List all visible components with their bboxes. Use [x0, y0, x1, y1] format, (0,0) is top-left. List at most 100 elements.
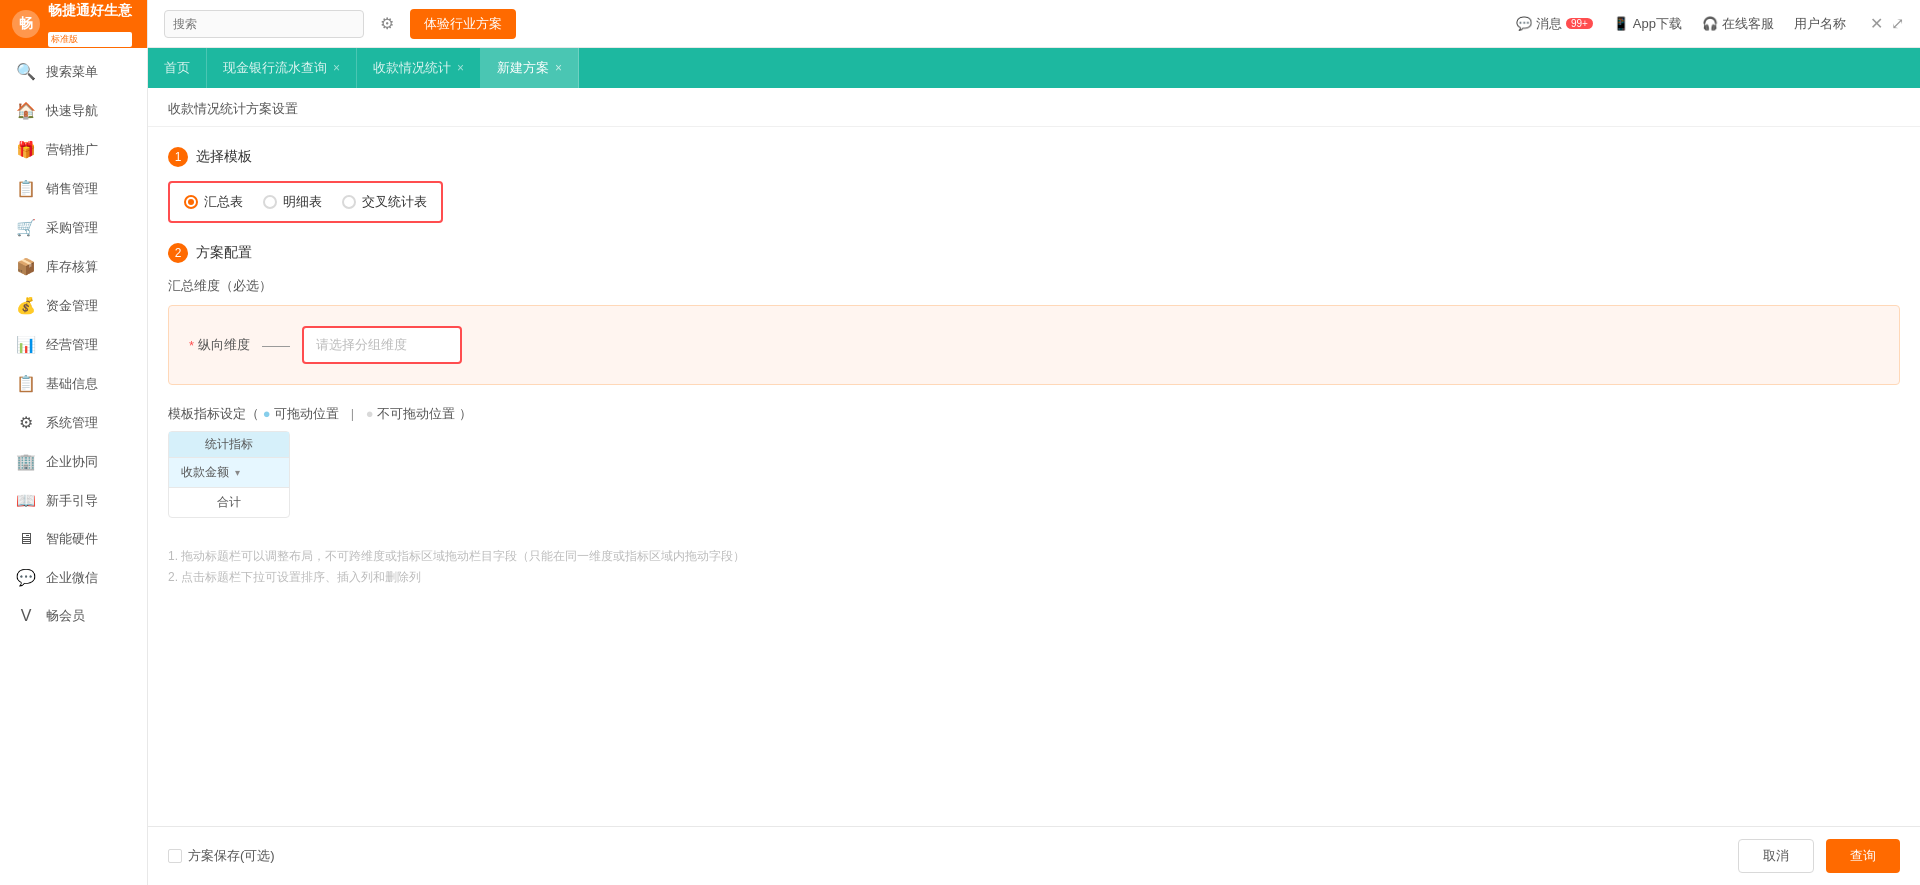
dimension-box: * 纵向维度 —— 请选择分组维度 [168, 305, 1900, 385]
legend-fixed-label: 不可拖动位置 [377, 406, 455, 421]
step1-badge: 1 [168, 147, 188, 167]
sidebar-item-wechat[interactable]: 💬 企业微信 [0, 558, 147, 597]
app-download-label: App下载 [1633, 15, 1682, 33]
home-icon: 🏠 [16, 101, 36, 120]
metrics-label: 模板指标设定（ ● 可拖动位置 | ● 不可拖动位置 ） [168, 405, 1900, 423]
step1-label: 选择模板 [196, 148, 252, 166]
tab-collection-stats[interactable]: 收款情况统计 × [357, 48, 481, 88]
sidebar-item-guide[interactable]: 📖 新手引导 [0, 481, 147, 520]
sidebar-item-label: 资金管理 [46, 297, 98, 315]
sidebar-item-finance[interactable]: 💰 资金管理 [0, 286, 147, 325]
tab-bank-flow-label: 现金银行流水查询 [223, 59, 327, 77]
sidebar-item-system[interactable]: ⚙ 系统管理 [0, 403, 147, 442]
tab-collection-stats-label: 收款情况统计 [373, 59, 451, 77]
metrics-dropdown-icon[interactable]: ▾ [235, 467, 240, 478]
metrics-total-cell: 合计 [169, 488, 289, 517]
search-input[interactable] [164, 10, 364, 38]
query-button[interactable]: 查询 [1826, 839, 1900, 873]
step2-label: 方案配置 [196, 244, 252, 262]
close-icon[interactable]: ✕ [1870, 14, 1883, 33]
sidebar-item-collab[interactable]: 🏢 企业协同 [0, 442, 147, 481]
sidebar-item-basic-info[interactable]: 📋 基础信息 [0, 364, 147, 403]
sidebar-item-label: 经营管理 [46, 336, 98, 354]
sidebar-item-purchase[interactable]: 🛒 采购管理 [0, 208, 147, 247]
step2-title: 2 方案配置 [168, 243, 1900, 263]
form-body: 1 选择模板 汇总表 明细表 [148, 127, 1920, 826]
service-icon: 🎧 [1702, 16, 1718, 31]
message-count: 99+ [1566, 18, 1593, 29]
radio-cross[interactable]: 交叉统计表 [342, 193, 427, 211]
message-icon: 💬 [1516, 16, 1532, 31]
message-label: 消息 [1536, 15, 1562, 33]
sidebar-item-label: 基础信息 [46, 375, 98, 393]
sidebar-item-member[interactable]: V 畅会员 [0, 597, 147, 635]
hardware-icon: 🖥 [16, 530, 36, 548]
purchase-icon: 🛒 [16, 218, 36, 237]
dimension-input[interactable]: 请选择分组维度 [302, 326, 462, 364]
tab-bank-flow-close[interactable]: × [333, 61, 340, 75]
radio-summary-label: 汇总表 [204, 193, 243, 211]
radio-detail-label: 明细表 [283, 193, 322, 211]
message-badge[interactable]: 💬 消息 99+ [1516, 15, 1593, 33]
sidebar-item-operations[interactable]: 📊 经营管理 [0, 325, 147, 364]
sidebar-item-label: 畅会员 [46, 607, 85, 625]
step1-title: 1 选择模板 [168, 147, 1900, 167]
page-header-text: 收款情况统计方案设置 [168, 101, 298, 116]
wechat-icon: 💬 [16, 568, 36, 587]
metrics-category-label: 统计指标 [169, 432, 289, 458]
page-header: 收款情况统计方案设置 [148, 88, 1920, 127]
radio-cross-label: 交叉统计表 [362, 193, 427, 211]
save-option-label: 方案保存(可选) [188, 847, 275, 865]
tips-area: 1. 拖动标题栏可以调整布局，不可跨维度或指标区域拖动栏目字段（只能在同一维度或… [168, 538, 1900, 600]
step1-section: 1 选择模板 汇总表 明细表 [168, 147, 1900, 223]
sidebar-item-label: 企业微信 [46, 569, 98, 587]
sales-icon: 📋 [16, 179, 36, 198]
save-option[interactable]: 方案保存(可选) [168, 847, 275, 865]
radio-detail[interactable]: 明细表 [263, 193, 322, 211]
search-menu-icon: 🔍 [16, 62, 36, 81]
basic-info-icon: 📋 [16, 374, 36, 393]
tab-home-label: 首页 [164, 59, 190, 77]
sidebar-item-label: 营销推广 [46, 141, 98, 159]
tab-new-plan-label: 新建方案 [497, 59, 549, 77]
metrics-header-amount: 收款金额 [181, 464, 229, 481]
logo-badge: 标准版 [48, 32, 132, 47]
online-service-label: 在线客服 [1722, 15, 1774, 33]
tab-new-plan-close[interactable]: × [555, 61, 562, 75]
metrics-header-row[interactable]: 收款金额 ▾ [169, 458, 289, 488]
maximize-icon[interactable]: ⤢ [1891, 14, 1904, 33]
sidebar-item-hardware[interactable]: 🖥 智能硬件 [0, 520, 147, 558]
topbar: ⚙ 体验行业方案 💬 消息 99+ 📱 App下载 🎧 在线客服 用户名称 ✕ … [148, 0, 1920, 48]
save-checkbox[interactable] [168, 849, 182, 863]
sidebar-item-quick-nav[interactable]: 🏠 快速导航 [0, 91, 147, 130]
sidebar-item-label: 搜索菜单 [46, 63, 98, 81]
tab-bank-flow[interactable]: 现金银行流水查询 × [207, 48, 357, 88]
required-star: * [189, 338, 194, 353]
main-area: ⚙ 体验行业方案 💬 消息 99+ 📱 App下载 🎧 在线客服 用户名称 ✕ … [148, 0, 1920, 885]
sidebar-item-inventory[interactable]: 📦 库存核算 [0, 247, 147, 286]
sidebar-item-label: 销售管理 [46, 180, 98, 198]
online-service[interactable]: 🎧 在线客服 [1702, 15, 1774, 33]
cancel-button[interactable]: 取消 [1738, 839, 1814, 873]
sidebar-logo: 畅 畅捷通好生意 标准版 [0, 0, 147, 48]
tabs-bar: 首页 现金银行流水查询 × 收款情况统计 × 新建方案 × [148, 48, 1920, 88]
sidebar-item-label: 企业协同 [46, 453, 98, 471]
industry-btn[interactable]: 体验行业方案 [410, 9, 516, 39]
operations-icon: 📊 [16, 335, 36, 354]
sidebar-item-sales[interactable]: 📋 销售管理 [0, 169, 147, 208]
radio-dot-cross [342, 195, 356, 209]
user-name[interactable]: 用户名称 [1794, 15, 1846, 33]
tab-new-plan[interactable]: 新建方案 × [481, 48, 579, 88]
metrics-table: 统计指标 收款金额 ▾ 合计 [168, 431, 290, 518]
gear-icon[interactable]: ⚙ [380, 14, 394, 33]
sidebar-item-marketing[interactable]: 🎁 营销推广 [0, 130, 147, 169]
tab-collection-stats-close[interactable]: × [457, 61, 464, 75]
member-icon: V [16, 607, 36, 625]
template-radio-group: 汇总表 明细表 交叉统计表 [168, 181, 443, 223]
tab-home[interactable]: 首页 [148, 48, 207, 88]
radio-summary[interactable]: 汇总表 [184, 193, 243, 211]
sidebar-item-search-menu[interactable]: 🔍 搜索菜单 [0, 52, 147, 91]
radio-dot-detail [263, 195, 277, 209]
app-download[interactable]: 📱 App下载 [1613, 15, 1682, 33]
page-footer: 方案保存(可选) 取消 查询 [148, 826, 1920, 885]
